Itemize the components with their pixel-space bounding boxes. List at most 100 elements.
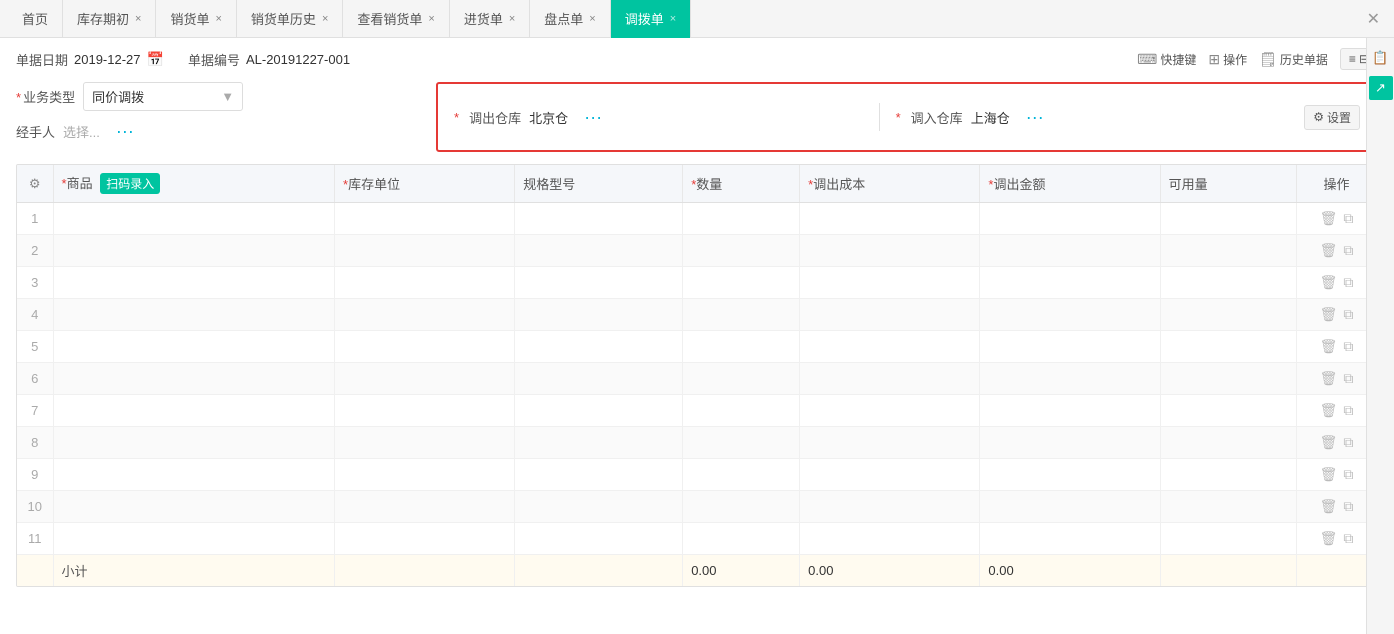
- row-qty-3[interactable]: [683, 267, 800, 299]
- warehouse-out-more-icon[interactable]: ···: [584, 107, 602, 128]
- delete-icon-6[interactable]: 🗑: [1320, 370, 1338, 387]
- row-unit-2[interactable]: [335, 235, 515, 267]
- row-qty-10[interactable]: [683, 491, 800, 523]
- row-goods-9[interactable]: [53, 459, 335, 491]
- row-unit-10[interactable]: [335, 491, 515, 523]
- history-link[interactable]: 🗒 历史单据: [1259, 51, 1328, 68]
- row-unit-11[interactable]: [335, 523, 515, 555]
- row-amount-1[interactable]: [980, 203, 1160, 235]
- row-amount-2[interactable]: [980, 235, 1160, 267]
- delete-icon-10[interactable]: 🗑: [1320, 498, 1338, 515]
- close-purchase[interactable]: ×: [509, 13, 515, 25]
- th-gear[interactable]: ⚙: [17, 165, 53, 203]
- row-goods-8[interactable]: [53, 427, 335, 459]
- copy-icon-9[interactable]: ⧉: [1343, 466, 1353, 483]
- row-goods-5[interactable]: [53, 331, 335, 363]
- close-inventory-init[interactable]: ×: [135, 13, 141, 25]
- row-spec-4[interactable]: [515, 299, 683, 331]
- business-type-select[interactable]: 同价调拨 ▼: [83, 82, 243, 111]
- row-qty-4[interactable]: [683, 299, 800, 331]
- tab-sales[interactable]: 销货单 ×: [156, 0, 236, 38]
- row-goods-4[interactable]: [53, 299, 335, 331]
- copy-icon-3[interactable]: ⧉: [1343, 274, 1353, 291]
- row-amount-4[interactable]: [980, 299, 1160, 331]
- tab-sales-history[interactable]: 销货单历史 ×: [237, 0, 343, 38]
- delete-icon-7[interactable]: 🗑: [1320, 402, 1338, 419]
- close-inventory[interactable]: ×: [589, 13, 595, 25]
- copy-icon-10[interactable]: ⧉: [1343, 498, 1353, 515]
- close-all-tabs[interactable]: ✕: [1361, 9, 1386, 29]
- row-goods-1[interactable]: [53, 203, 335, 235]
- close-view-sales[interactable]: ×: [428, 13, 434, 25]
- row-spec-3[interactable]: [515, 267, 683, 299]
- row-goods-3[interactable]: [53, 267, 335, 299]
- row-unit-5[interactable]: [335, 331, 515, 363]
- row-goods-10[interactable]: [53, 491, 335, 523]
- row-available-11[interactable]: [1160, 523, 1296, 555]
- row-cost-2[interactable]: [800, 235, 980, 267]
- row-spec-6[interactable]: [515, 363, 683, 395]
- copy-icon-6[interactable]: ⧉: [1343, 370, 1353, 387]
- copy-icon-8[interactable]: ⧉: [1343, 434, 1353, 451]
- row-goods-2[interactable]: [53, 235, 335, 267]
- delete-icon-9[interactable]: 🗑: [1320, 466, 1338, 483]
- row-spec-1[interactable]: [515, 203, 683, 235]
- delete-icon-3[interactable]: 🗑: [1320, 274, 1338, 291]
- row-spec-7[interactable]: [515, 395, 683, 427]
- row-cost-1[interactable]: [800, 203, 980, 235]
- close-transfer[interactable]: ×: [670, 13, 676, 25]
- copy-icon-7[interactable]: ⧉: [1343, 402, 1353, 419]
- row-available-6[interactable]: [1160, 363, 1296, 395]
- row-unit-6[interactable]: [335, 363, 515, 395]
- row-available-3[interactable]: [1160, 267, 1296, 299]
- row-qty-6[interactable]: [683, 363, 800, 395]
- warehouse-in-more-icon[interactable]: ···: [1026, 107, 1044, 128]
- copy-icon-11[interactable]: ⧉: [1343, 530, 1353, 547]
- row-available-5[interactable]: [1160, 331, 1296, 363]
- row-qty-5[interactable]: [683, 331, 800, 363]
- row-goods-6[interactable]: [53, 363, 335, 395]
- tab-transfer[interactable]: 调拨单 ×: [611, 0, 691, 38]
- copy-icon-5[interactable]: ⧉: [1343, 338, 1353, 355]
- row-qty-2[interactable]: [683, 235, 800, 267]
- tab-inventory-init[interactable]: 库存期初 ×: [63, 0, 156, 38]
- delete-icon-4[interactable]: 🗑: [1320, 306, 1338, 323]
- row-cost-11[interactable]: [800, 523, 980, 555]
- row-qty-1[interactable]: [683, 203, 800, 235]
- row-amount-7[interactable]: [980, 395, 1160, 427]
- copy-icon-1[interactable]: ⧉: [1343, 210, 1353, 227]
- row-amount-5[interactable]: [980, 331, 1160, 363]
- delete-icon-11[interactable]: 🗑: [1320, 530, 1338, 547]
- row-available-1[interactable]: [1160, 203, 1296, 235]
- row-cost-8[interactable]: [800, 427, 980, 459]
- delete-icon-8[interactable]: 🗑: [1320, 434, 1338, 451]
- row-qty-8[interactable]: [683, 427, 800, 459]
- delete-icon-2[interactable]: 🗑: [1320, 242, 1338, 259]
- row-available-4[interactable]: [1160, 299, 1296, 331]
- row-spec-2[interactable]: [515, 235, 683, 267]
- settings-button[interactable]: ⚙ 设置: [1304, 105, 1360, 130]
- row-spec-11[interactable]: [515, 523, 683, 555]
- operation-link[interactable]: ⊞ 操作: [1208, 51, 1247, 68]
- row-goods-11[interactable]: [53, 523, 335, 555]
- warehouse-out-value[interactable]: 北京仓: [529, 108, 568, 127]
- date-value[interactable]: 2019-12-27: [74, 52, 141, 67]
- row-unit-1[interactable]: [335, 203, 515, 235]
- row-cost-7[interactable]: [800, 395, 980, 427]
- row-amount-8[interactable]: [980, 427, 1160, 459]
- close-sales-history[interactable]: ×: [322, 13, 328, 25]
- row-cost-4[interactable]: [800, 299, 980, 331]
- row-cost-3[interactable]: [800, 267, 980, 299]
- calendar-icon[interactable]: 📅: [147, 51, 164, 68]
- row-amount-11[interactable]: [980, 523, 1160, 555]
- row-unit-4[interactable]: [335, 299, 515, 331]
- delete-icon-1[interactable]: 🗑: [1320, 210, 1338, 227]
- shortcut-link[interactable]: ⌨ 快捷键: [1137, 51, 1196, 68]
- sidebar-expand-icon[interactable]: ↗: [1369, 76, 1393, 100]
- row-available-7[interactable]: [1160, 395, 1296, 427]
- row-qty-9[interactable]: [683, 459, 800, 491]
- person-more-icon[interactable]: ···: [116, 121, 134, 142]
- row-amount-10[interactable]: [980, 491, 1160, 523]
- sidebar-notes-icon[interactable]: 📋: [1369, 46, 1393, 70]
- row-available-10[interactable]: [1160, 491, 1296, 523]
